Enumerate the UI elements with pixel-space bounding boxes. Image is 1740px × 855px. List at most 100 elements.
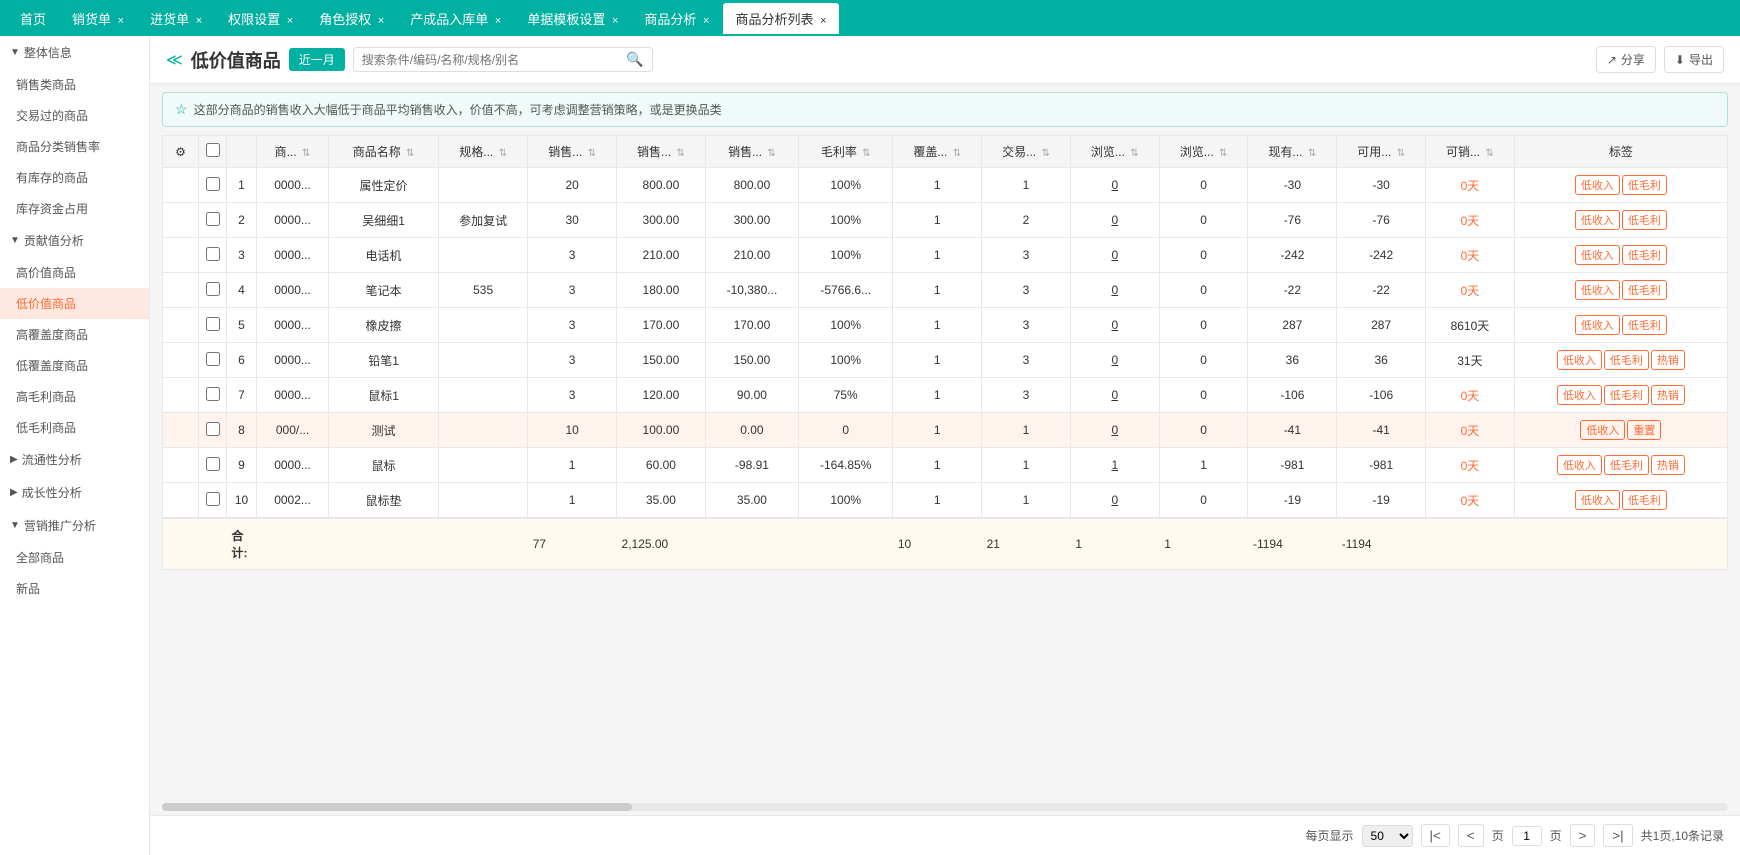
row-name[interactable]: 吴细细1: [329, 203, 439, 238]
row-name[interactable]: 鼠标: [329, 448, 439, 483]
row-name[interactable]: 铅笔1: [329, 343, 439, 378]
nav-close-product-analysis-list[interactable]: ×: [820, 15, 826, 27]
nav-role[interactable]: 角色授权 ×: [307, 3, 396, 34]
sidebar-item-high-margin[interactable]: 高毛利商品: [0, 381, 149, 412]
row-select-checkbox[interactable]: [206, 177, 220, 191]
nav-permission[interactable]: 权限设置 ×: [216, 3, 305, 34]
export-button[interactable]: ⬇ 导出: [1664, 46, 1724, 73]
view1-link[interactable]: 0: [1111, 178, 1118, 192]
col-sale3[interactable]: 销售... ⇅: [705, 136, 798, 168]
sidebar-item-traded-product[interactable]: 交易过的商品: [0, 100, 149, 131]
row-name[interactable]: 电话机: [329, 238, 439, 273]
nav-product-analysis-list[interactable]: 商品分析列表 ×: [723, 3, 838, 34]
first-page-button[interactable]: |<: [1421, 824, 1450, 847]
view1-link[interactable]: 0: [1111, 213, 1118, 227]
view1-link[interactable]: 1: [1111, 458, 1118, 472]
search-icon[interactable]: 🔍: [626, 51, 643, 68]
nav-close-sales[interactable]: ×: [118, 15, 124, 27]
nav-template[interactable]: 单据模板设置 ×: [515, 3, 630, 34]
row-select-checkbox[interactable]: [206, 352, 220, 366]
col-view1[interactable]: 浏览... ⇅: [1070, 136, 1159, 168]
nav-product-warehouse[interactable]: 产成品入库单 ×: [398, 3, 513, 34]
share-button[interactable]: ↗ 分享: [1596, 46, 1656, 73]
view1-link[interactable]: 0: [1111, 493, 1118, 507]
col-margin[interactable]: 毛利率 ⇅: [799, 136, 893, 168]
horizontal-scrollbar[interactable]: [162, 803, 1728, 811]
nav-close-product-warehouse[interactable]: ×: [495, 15, 501, 27]
row-select-checkbox[interactable]: [206, 282, 220, 296]
scrollbar-thumb[interactable]: [162, 803, 632, 811]
col-stock1[interactable]: 现有... ⇅: [1248, 136, 1337, 168]
sidebar-item-low-coverage[interactable]: 低覆盖度商品: [0, 350, 149, 381]
view1-link[interactable]: 0: [1111, 283, 1118, 297]
collapse-icon[interactable]: ≪: [166, 50, 183, 70]
nav-purchase[interactable]: 进货单 ×: [138, 3, 214, 34]
per-page-select[interactable]: 50 100: [1362, 825, 1413, 847]
nav-close-template[interactable]: ×: [612, 15, 618, 27]
view1-link[interactable]: 0: [1111, 353, 1118, 367]
row-select-checkbox[interactable]: [206, 317, 220, 331]
sidebar-section-marketing[interactable]: ▼ 营销推广分析: [0, 509, 149, 542]
row-view1[interactable]: 0: [1070, 168, 1159, 203]
sidebar-item-high-coverage[interactable]: 高覆盖度商品: [0, 319, 149, 350]
nav-sales[interactable]: 销货单 ×: [60, 3, 136, 34]
view1-link[interactable]: 0: [1111, 318, 1118, 332]
col-stock3[interactable]: 可销... ⇅: [1426, 136, 1515, 168]
col-spec[interactable]: 规格... ⇅: [439, 136, 528, 168]
row-view1[interactable]: 0: [1070, 238, 1159, 273]
nav-close-product-analysis[interactable]: ×: [703, 15, 709, 27]
date-filter[interactable]: 近一月: [289, 48, 345, 71]
nav-home[interactable]: 首页: [8, 3, 58, 34]
row-view1[interactable]: 0: [1070, 273, 1159, 308]
row-name[interactable]: 属性定价: [329, 168, 439, 203]
sidebar-item-low-value[interactable]: 低价值商品: [0, 288, 149, 319]
sidebar-section-contribution[interactable]: ▼ 贡献值分析: [0, 224, 149, 257]
sidebar-item-low-margin[interactable]: 低毛利商品: [0, 412, 149, 443]
row-view1[interactable]: 0: [1070, 483, 1159, 519]
row-name[interactable]: 笔记本: [329, 273, 439, 308]
col-stock2[interactable]: 可用... ⇅: [1337, 136, 1426, 168]
row-select-checkbox[interactable]: [206, 492, 220, 506]
row-select-checkbox[interactable]: [206, 247, 220, 261]
row-name[interactable]: 测试: [329, 413, 439, 448]
sidebar-item-stock-value[interactable]: 库存资金占用: [0, 193, 149, 224]
nav-close-role[interactable]: ×: [378, 15, 384, 27]
row-select-checkbox[interactable]: [206, 422, 220, 436]
col-view2[interactable]: 浏览... ⇅: [1159, 136, 1248, 168]
row-view1[interactable]: 0: [1070, 308, 1159, 343]
row-select-checkbox[interactable]: [206, 212, 220, 226]
sidebar-item-category-rate[interactable]: 商品分类销售率: [0, 131, 149, 162]
row-select-checkbox[interactable]: [206, 457, 220, 471]
prev-page-button[interactable]: <: [1458, 824, 1484, 847]
row-name[interactable]: 鼠标1: [329, 378, 439, 413]
row-name[interactable]: 橡皮擦: [329, 308, 439, 343]
search-input[interactable]: [362, 53, 627, 67]
col-sale1[interactable]: 销售... ⇅: [528, 136, 617, 168]
sidebar-item-new-products[interactable]: 新品: [0, 573, 149, 604]
sidebar-item-all-products[interactable]: 全部商品: [0, 542, 149, 573]
sidebar-section-flow[interactable]: ▶ 流通性分析: [0, 443, 149, 476]
sidebar-section-growth[interactable]: ▶ 成长性分析: [0, 476, 149, 509]
col-gear[interactable]: ⚙: [163, 136, 199, 168]
col-cover[interactable]: 覆盖... ⇅: [893, 136, 982, 168]
sidebar-item-stock-product[interactable]: 有库存的商品: [0, 162, 149, 193]
nav-close-purchase[interactable]: ×: [196, 15, 202, 27]
row-view1[interactable]: 0: [1070, 203, 1159, 238]
view1-link[interactable]: 0: [1111, 388, 1118, 402]
view1-link[interactable]: 0: [1111, 248, 1118, 262]
view1-link[interactable]: 0: [1111, 423, 1118, 437]
col-trade[interactable]: 交易... ⇅: [982, 136, 1071, 168]
row-view1[interactable]: 0: [1070, 413, 1159, 448]
sidebar-item-sales-product[interactable]: 销售类商品: [0, 69, 149, 100]
row-view1[interactable]: 0: [1070, 343, 1159, 378]
col-code[interactable]: 商... ⇅: [257, 136, 329, 168]
row-name[interactable]: 鼠标垫: [329, 483, 439, 519]
nav-close-permission[interactable]: ×: [287, 15, 293, 27]
row-view1[interactable]: 1: [1070, 448, 1159, 483]
nav-product-analysis[interactable]: 商品分析 ×: [632, 3, 721, 34]
sidebar-section-overview[interactable]: ▼ 整体信息: [0, 36, 149, 69]
row-select-checkbox[interactable]: [206, 387, 220, 401]
sidebar-item-high-value[interactable]: 高价值商品: [0, 257, 149, 288]
col-sale2[interactable]: 销售... ⇅: [617, 136, 706, 168]
select-all-checkbox[interactable]: [206, 143, 220, 157]
